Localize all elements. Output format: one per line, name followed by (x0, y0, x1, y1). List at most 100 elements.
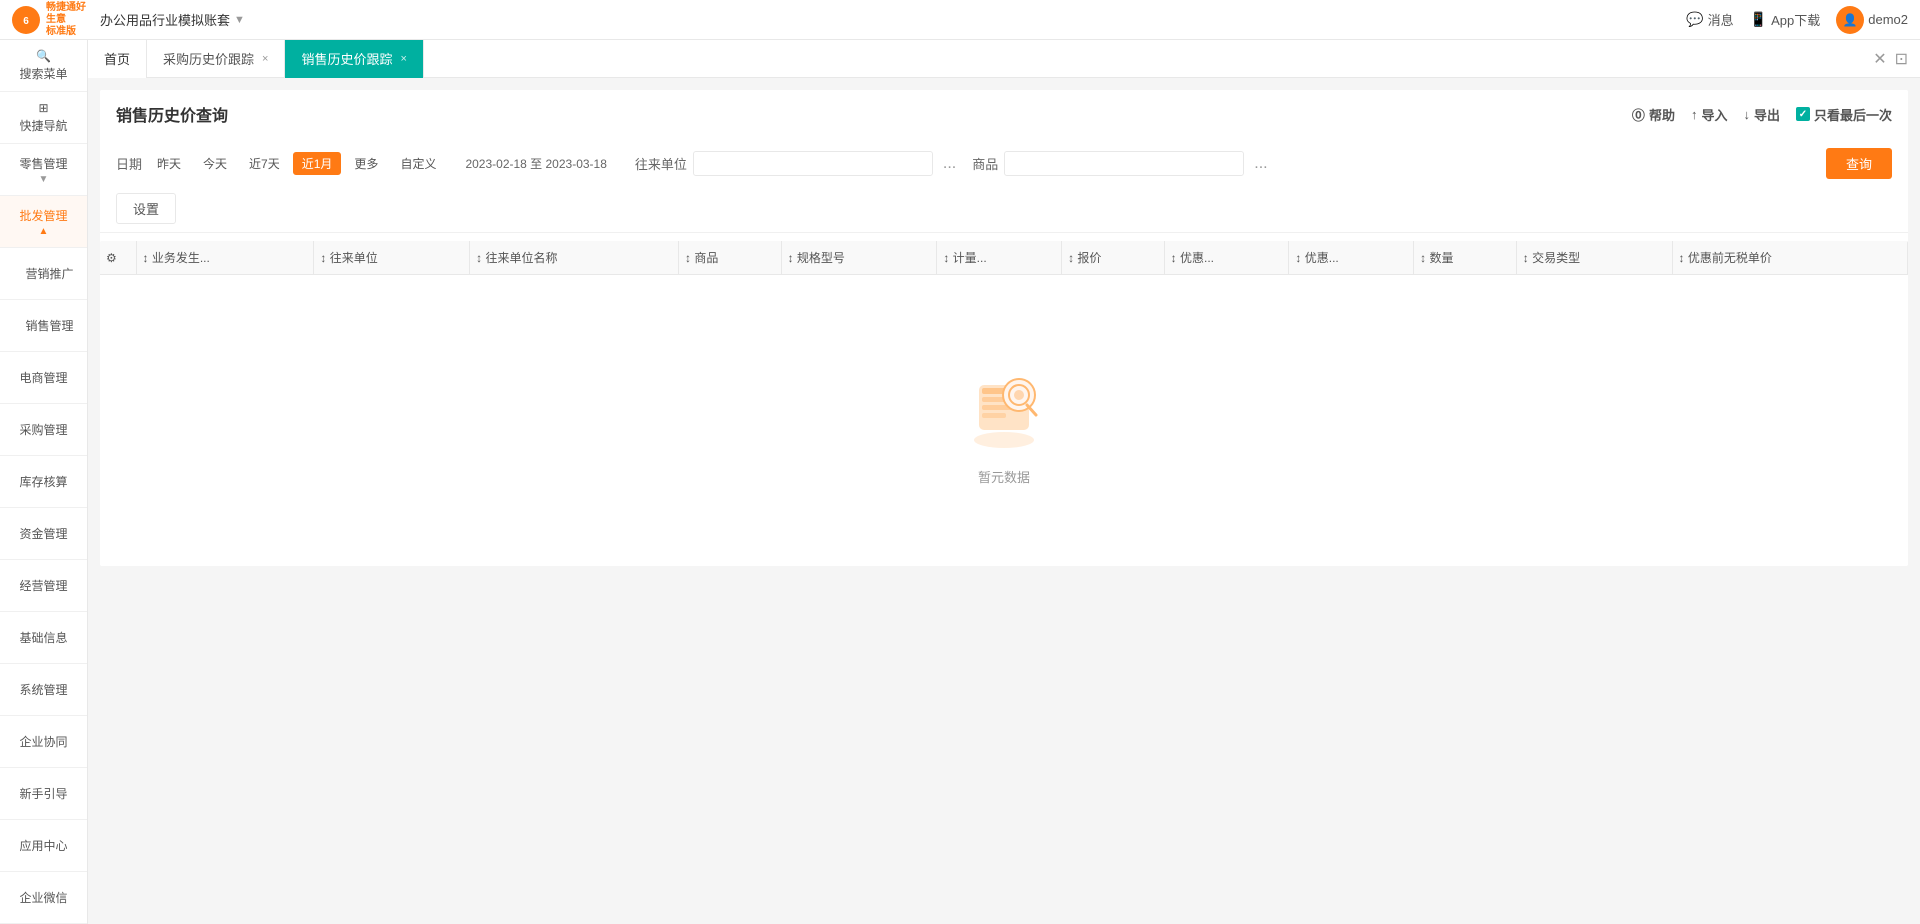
col-discount1[interactable]: ↕ 优惠... (1164, 241, 1289, 275)
search-icon: 🔍 (36, 49, 51, 63)
col-spec-label: 规格型号 (797, 251, 845, 265)
col-qty[interactable]: ↕ 数量 (1414, 241, 1517, 275)
app-download-label: App下载 (1771, 10, 1820, 29)
settings-row: 设置 (100, 189, 1908, 233)
sidebar-item-ecommerce[interactable]: 电商管理 (0, 352, 87, 404)
tab-window-actions: ✕ ⊡ (1861, 49, 1920, 69)
col-discount2-label: 优惠... (1305, 251, 1339, 265)
sidebar-item-sales[interactable]: 销售管理 (0, 300, 87, 352)
app-dropdown[interactable]: 办公用品行业模拟账套 ▼ (100, 10, 1678, 29)
username-label: demo2 (1868, 12, 1908, 27)
date-buttons: 昨天 今天 近7天 近1月 更多 自定义 (148, 152, 445, 175)
col-gear[interactable]: ⚙ (100, 241, 136, 275)
app-download-btn[interactable]: 📱 App下载 (1750, 10, 1821, 29)
col-trade-type-label: 交易类型 (1532, 251, 1580, 265)
sidebar-label-wholesale: 批发管理 (19, 207, 67, 224)
empty-text: 暂元数据 (978, 467, 1030, 486)
logo-area: 6 畅捷通好生意 标准版 (12, 2, 92, 38)
tab-bar: 首页 采购历史价跟踪 × 销售历史价跟踪 × ✕ ⊡ (88, 40, 1920, 78)
sidebar-item-quick-nav[interactable]: ⊞ 快捷导航 (0, 92, 87, 144)
date-btn-custom[interactable]: 自定义 (391, 152, 445, 175)
close-sales-tab-btn[interactable]: × (400, 53, 406, 65)
col-spec[interactable]: ↕ 规格型号 (781, 241, 937, 275)
sidebar-item-system[interactable]: 系统管理 (0, 664, 87, 716)
page-title-text: 销售历史价查询 (116, 102, 228, 126)
logo-text: 畅捷通好生意 标准版 (46, 2, 92, 38)
date-filter-label: 日期 (116, 154, 142, 173)
date-range-text: 2023-02-18 至 2023-03-18 (465, 155, 606, 172)
col-biz-date-label: 业务发生... (152, 251, 210, 265)
tab-home[interactable]: 首页 (88, 40, 147, 78)
svg-text:6: 6 (23, 16, 29, 27)
settings-btn[interactable]: 设置 (116, 193, 176, 224)
product-dots[interactable]: ... (1250, 155, 1271, 173)
col-biz-date[interactable]: ↕ 业务发生... (136, 241, 314, 275)
sidebar-item-inventory[interactable]: 库存核算 (0, 456, 87, 508)
sidebar-label-sales: 销售管理 (25, 317, 73, 334)
product-filter-group: 商品 ... (972, 151, 1271, 176)
sidebar-label-retail: 零售管理 (19, 155, 67, 172)
import-label: 导入 (1701, 105, 1727, 124)
sidebar-item-guide[interactable]: 新手引导 (0, 768, 87, 820)
page-content: 销售历史价查询 ⓪ 帮助 ↑ 导入 ↓ (88, 78, 1920, 924)
query-btn[interactable]: 查询 (1826, 148, 1892, 179)
sidebar-item-search-menu[interactable]: 🔍 搜索菜单 (0, 40, 87, 92)
sidebar-label-guide: 新手引导 (19, 785, 67, 802)
message-btn[interactable]: 💬 消息 (1686, 10, 1733, 29)
page-title-actions: ⓪ 帮助 ↑ 导入 ↓ 导出 (1632, 105, 1892, 124)
date-btn-yesterday[interactable]: 昨天 (148, 152, 190, 175)
date-btn-7days[interactable]: 近7天 (240, 152, 289, 175)
user-menu[interactable]: 👤 demo2 (1836, 6, 1908, 34)
col-product-label: 商品 (694, 251, 718, 265)
close-purchase-tab-btn[interactable]: × (262, 53, 268, 65)
col-quote-label: 报价 (1077, 251, 1101, 265)
app-download-icon: 📱 (1750, 11, 1767, 28)
sidebar-item-purchase[interactable]: 采购管理 (0, 404, 87, 456)
col-unit[interactable]: ↕ 计量... (937, 241, 1062, 275)
close-window-btn[interactable]: ✕ (1873, 49, 1886, 69)
tab-purchase-history[interactable]: 采购历史价跟踪 × (147, 40, 285, 78)
only-last-checkbox[interactable]: ✓ 只看最后一次 (1796, 105, 1892, 124)
sidebar-item-basic-info[interactable]: 基础信息 (0, 612, 87, 664)
page-title-row: 销售历史价查询 ⓪ 帮助 ↑ 导入 ↓ (116, 102, 1892, 138)
customer-dots[interactable]: ... (939, 155, 960, 173)
sidebar-label-system: 系统管理 (19, 681, 67, 698)
product-label: 商品 (972, 154, 998, 173)
sidebar-item-finance[interactable]: 资金管理 (0, 508, 87, 560)
sidebar-label-purchase: 采购管理 (19, 421, 67, 438)
sidebar-item-wechat[interactable]: 企业微信 (0, 872, 87, 924)
date-btn-more[interactable]: 更多 (345, 152, 387, 175)
col-product[interactable]: ↕ 商品 (678, 241, 781, 275)
col-trade-type[interactable]: ↕ 交易类型 (1516, 241, 1672, 275)
export-btn[interactable]: ↓ 导出 (1743, 105, 1780, 124)
sidebar-item-marketing[interactable]: 营销推广 (0, 248, 87, 300)
sidebar-item-retail[interactable]: 零售管理 ▼ (0, 144, 87, 196)
date-btn-1month[interactable]: 近1月 (293, 152, 342, 175)
tab-sales-history[interactable]: 销售历史价跟踪 × (285, 40, 423, 78)
main-layout: 🔍 搜索菜单 ⊞ 快捷导航 零售管理 ▼ 批发管理 ▲ 营销推广 销售管理 电商… (0, 40, 1920, 924)
grid-icon: ⊞ (38, 101, 48, 115)
col-partner-name[interactable]: ↕ 往来单位名称 (470, 241, 679, 275)
col-discount2[interactable]: ↕ 优惠... (1289, 241, 1414, 275)
sidebar-item-wholesale[interactable]: 批发管理 ▲ (0, 196, 87, 248)
sidebar-label-marketing: 营销推广 (25, 265, 73, 282)
col-price[interactable]: ↕ 优惠前无税单价 (1672, 241, 1907, 275)
customer-input[interactable] (693, 151, 933, 176)
sidebar-item-collab[interactable]: 企业协同 (0, 716, 87, 768)
maximize-window-btn[interactable]: ⊡ (1895, 49, 1908, 69)
tab-sales-history-label: 销售历史价跟踪 (301, 49, 392, 68)
help-btn[interactable]: ⓪ 帮助 (1632, 105, 1675, 124)
date-filter-group: 日期 昨天 今天 近7天 近1月 更多 自定义 (116, 152, 445, 175)
col-quote[interactable]: ↕ 报价 (1062, 241, 1165, 275)
import-btn[interactable]: ↑ 导入 (1691, 105, 1728, 124)
sidebar-label-operations: 经营管理 (19, 577, 67, 594)
date-btn-today[interactable]: 今天 (194, 152, 236, 175)
sidebar-item-operations[interactable]: 经营管理 (0, 560, 87, 612)
import-icon: ↑ (1691, 107, 1698, 122)
table-header-row: ⚙ ↕ 业务发生... ↕ 往来单位 ↕ (100, 241, 1908, 275)
help-label: 帮助 (1649, 105, 1675, 124)
col-partner[interactable]: ↕ 往来单位 (314, 241, 470, 275)
sidebar-item-app-center[interactable]: 应用中心 (0, 820, 87, 872)
tab-home-label: 首页 (104, 49, 130, 68)
product-input[interactable] (1004, 151, 1244, 176)
